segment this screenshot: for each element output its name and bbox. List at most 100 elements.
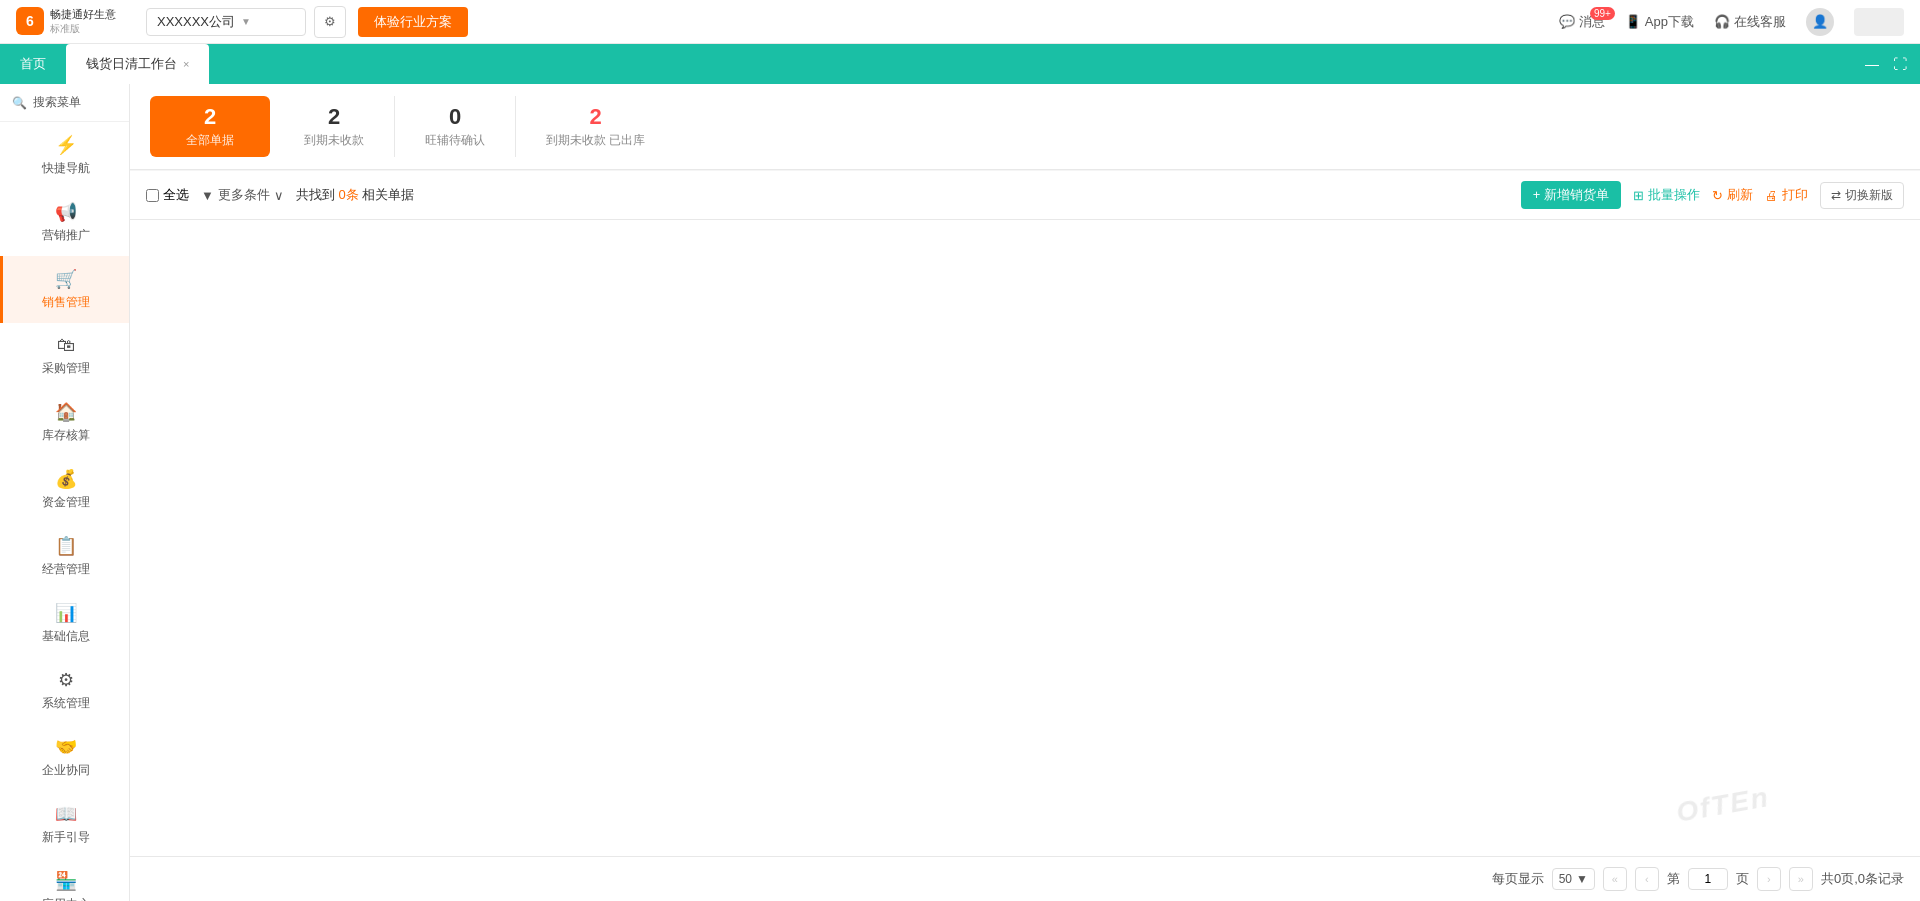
stat-num-wangfu: 0 (449, 104, 461, 130)
per-page-label: 每页显示 (1492, 870, 1544, 888)
table-area (130, 220, 1920, 856)
page-size-arrow: ▼ (1576, 872, 1588, 886)
sidebar-label-basic-info: 基础信息 (42, 628, 90, 645)
page-next-button[interactable]: › (1757, 867, 1781, 891)
checkbox-input[interactable] (146, 189, 159, 202)
new-sales-order-button[interactable]: + 新增销货单 (1521, 181, 1621, 209)
content-area: 2 全部单据 2 到期未收款 0 旺辅待确认 2 到期未收款 已出库 全选 (130, 84, 1920, 901)
sidebar-item-quick-nav[interactable]: ⚡ 快捷导航 (0, 122, 129, 189)
filter-label: 更多条件 (218, 186, 270, 204)
page-label: 第 (1667, 870, 1680, 888)
tab-close-icon[interactable]: × (183, 58, 189, 70)
refresh-button[interactable]: ↻ 刷新 (1712, 186, 1753, 204)
system-icon: ⚙ (58, 669, 74, 691)
stats-bar: 2 全部单据 2 到期未收款 0 旺辅待确认 2 到期未收款 已出库 (130, 84, 1920, 170)
stat-label-shipped: 到期未收款 已出库 (546, 132, 645, 149)
logo-text-block: 畅捷通好生意 标准版 (50, 7, 116, 35)
stat-card-shipped[interactable]: 2 到期未收款 已出库 (516, 96, 675, 157)
sidebar-item-finance[interactable]: 💰 资金管理 (0, 456, 129, 523)
messages-badge: 99+ (1590, 7, 1615, 20)
sidebar-item-sales[interactable]: 🛒 销售管理 (0, 256, 129, 323)
sidebar-item-marketing[interactable]: 📢 营销推广 (0, 189, 129, 256)
tab-active[interactable]: 钱货日清工作台 × (66, 44, 209, 84)
enterprise-icon: 🤝 (55, 736, 77, 758)
main-layout: 🔍 搜索菜单 ⚡ 快捷导航 📢 营销推广 🛒 销售管理 🛍 采购管理 🏠 库存核… (0, 84, 1920, 901)
nav-tabs: 首页 钱货日清工作台 × — ⛶ (0, 44, 1920, 84)
logo-icon: 6 (16, 7, 44, 35)
select-all-label: 全选 (163, 186, 189, 204)
print-button[interactable]: 🖨 打印 (1765, 186, 1808, 204)
sidebar-item-enterprise[interactable]: 🤝 企业协同 (0, 724, 129, 791)
sidebar-label-finance: 资金管理 (42, 494, 90, 511)
sidebar-label-inventory: 库存核算 (42, 427, 90, 444)
company-selector[interactable]: XXXXXX公司 ▼ (146, 8, 306, 36)
search-label: 搜索菜单 (33, 94, 81, 111)
message-icon: 💬 (1559, 14, 1575, 29)
nav-minimize-icon[interactable]: — (1860, 52, 1884, 76)
stat-card-wangfu[interactable]: 0 旺辅待确认 (395, 96, 516, 157)
sidebar-label-purchase: 采购管理 (42, 360, 90, 377)
user-name-placeholder (1854, 8, 1904, 36)
sidebar-item-basic-info[interactable]: 📊 基础信息 (0, 590, 129, 657)
company-name: XXXXXX公司 (157, 13, 235, 31)
purchase-icon: 🛍 (57, 335, 75, 356)
sidebar-label-marketing: 营销推广 (42, 227, 90, 244)
found-text: 共找到 0条 相关单据 (296, 186, 414, 204)
service-icon: 🎧 (1714, 14, 1730, 29)
batch-operation-button[interactable]: ⊞ 批量操作 (1633, 186, 1700, 204)
operations-icon: 📋 (55, 535, 77, 557)
sidebar-label-sales: 销售管理 (42, 294, 90, 311)
basic-info-icon: 📊 (55, 602, 77, 624)
sidebar-item-operations[interactable]: 📋 经营管理 (0, 523, 129, 590)
stat-label-overdue: 到期未收款 (304, 132, 364, 149)
found-count: 0条 (339, 187, 359, 202)
stat-card-all[interactable]: 2 全部单据 (150, 96, 270, 157)
tab-home[interactable]: 首页 (0, 44, 66, 84)
experience-button[interactable]: 体验行业方案 (358, 7, 468, 37)
stat-card-overdue[interactable]: 2 到期未收款 (274, 96, 395, 157)
stat-num-all: 2 (204, 104, 216, 130)
sidebar-item-system[interactable]: ⚙ 系统管理 (0, 657, 129, 724)
sidebar-item-purchase[interactable]: 🛍 采购管理 (0, 323, 129, 389)
sidebar-label-quick-nav: 快捷导航 (42, 160, 90, 177)
marketing-icon: 📢 (55, 201, 77, 223)
switch-icon: ⇄ (1831, 188, 1841, 202)
filter-icon: ▼ (201, 188, 214, 203)
app-center-icon: 🏪 (55, 870, 77, 892)
sidebar-label-enterprise: 企业协同 (42, 762, 90, 779)
page-last-button[interactable]: » (1789, 867, 1813, 891)
settings-icon[interactable]: ⚙ (314, 6, 346, 38)
page-input[interactable] (1688, 868, 1728, 890)
logo-tag: 标准版 (50, 22, 116, 36)
select-all-checkbox[interactable]: 全选 (146, 186, 189, 204)
nav-right-controls: — ⛶ (1860, 52, 1920, 76)
page-prev-button[interactable]: ‹ (1635, 867, 1659, 891)
avatar[interactable]: 👤 (1806, 8, 1834, 36)
stat-num-overdue: 2 (328, 104, 340, 130)
messages-item[interactable]: 💬 消息 99+ (1559, 13, 1605, 31)
header-right: 💬 消息 99+ 📱 App下载 🎧 在线客服 👤 (1559, 8, 1904, 36)
quick-nav-icon: ⚡ (55, 134, 77, 156)
sidebar-item-guide[interactable]: 📖 新手引导 (0, 791, 129, 858)
online-service-label: 在线客服 (1734, 13, 1786, 31)
online-service-item[interactable]: 🎧 在线客服 (1714, 13, 1786, 31)
sidebar-search[interactable]: 🔍 搜索菜单 (0, 84, 129, 122)
chevron-icon: ∨ (274, 188, 284, 203)
stat-num-shipped: 2 (590, 104, 602, 130)
top-header: 6 畅捷通好生意 标准版 XXXXXX公司 ▼ ⚙ 体验行业方案 💬 消息 99… (0, 0, 1920, 44)
sidebar-item-inventory[interactable]: 🏠 库存核算 (0, 389, 129, 456)
guide-icon: 📖 (55, 803, 77, 825)
logo-area: 6 畅捷通好生意 标准版 (16, 7, 146, 35)
finance-icon: 💰 (55, 468, 77, 490)
inventory-icon: 🏠 (55, 401, 77, 423)
app-download-item[interactable]: 📱 App下载 (1625, 13, 1694, 31)
sidebar-item-app-center[interactable]: 🏪 应用中心 (0, 858, 129, 901)
logo-title: 畅捷通好生意 (50, 7, 116, 21)
nav-expand-icon[interactable]: ⛶ (1888, 52, 1912, 76)
sidebar-label-app-center: 应用中心 (42, 896, 90, 901)
refresh-icon: ↻ (1712, 188, 1723, 203)
page-first-button[interactable]: « (1603, 867, 1627, 891)
page-size-select[interactable]: 50 ▼ (1552, 868, 1595, 890)
switch-version-button[interactable]: ⇄ 切换新版 (1820, 182, 1904, 209)
filter-button[interactable]: ▼ 更多条件 ∨ (201, 186, 284, 204)
